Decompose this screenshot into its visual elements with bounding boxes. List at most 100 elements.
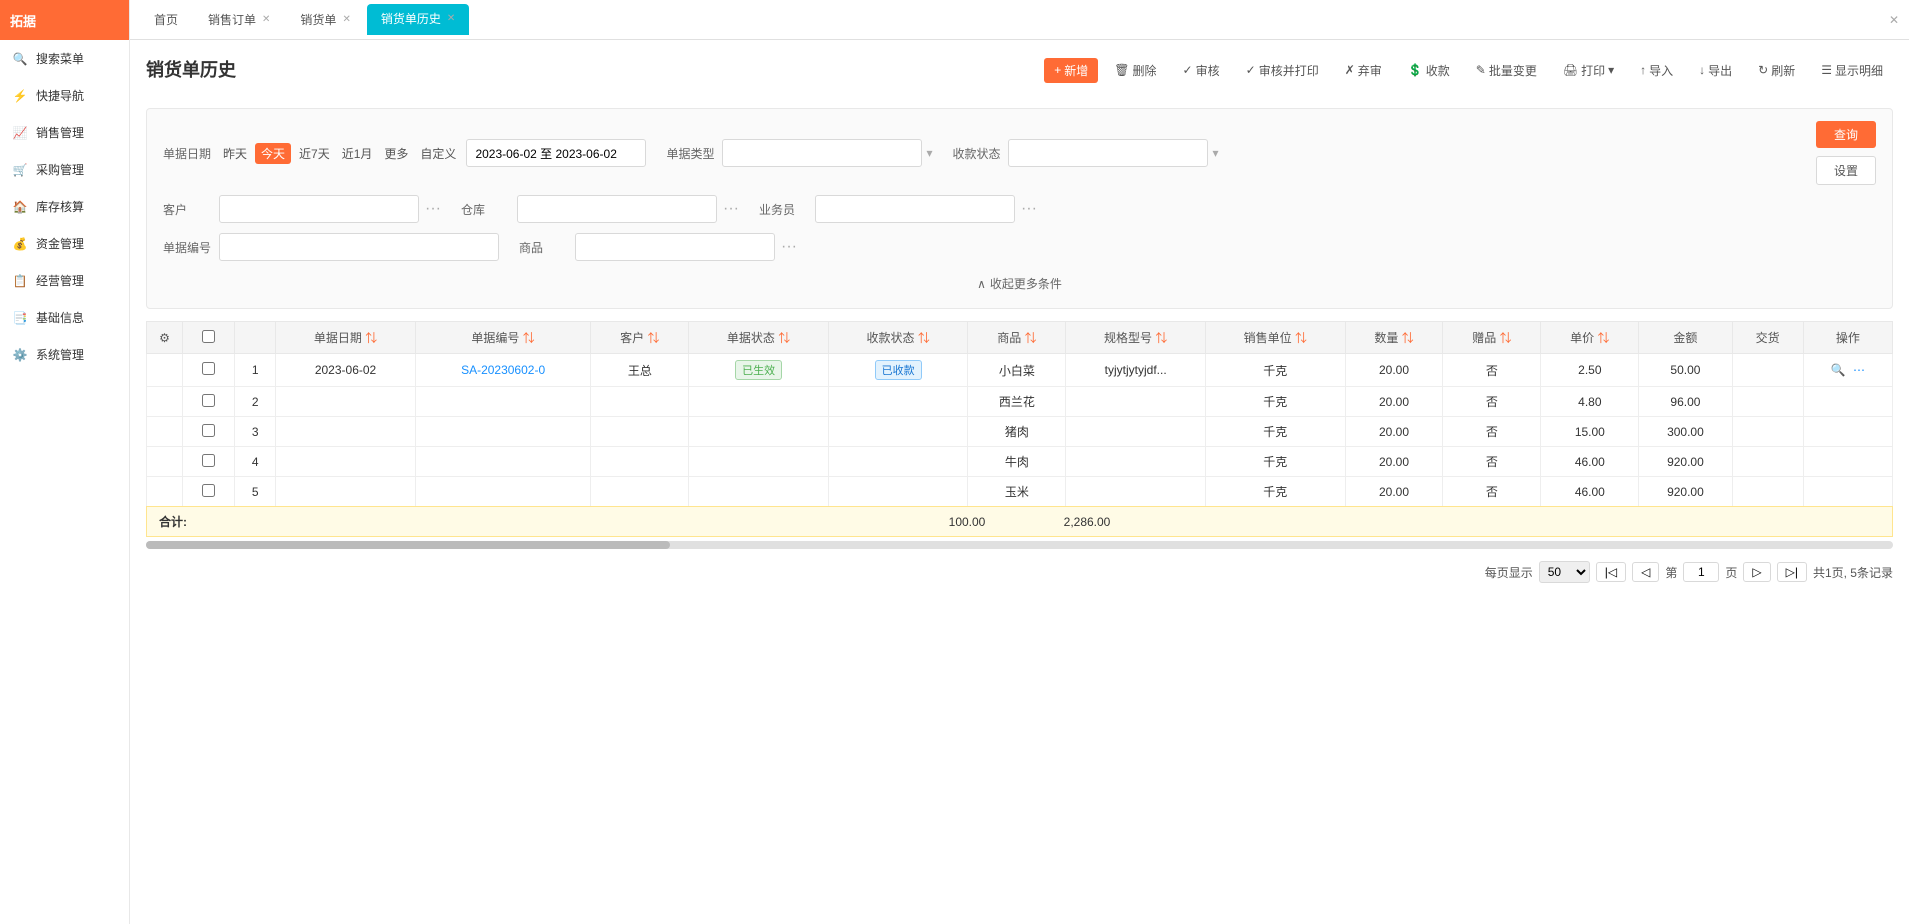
tab-sales-order[interactable]: 销售订单 ✕ xyxy=(194,5,284,34)
current-page-input[interactable] xyxy=(1683,562,1719,582)
money-icon: 💰 xyxy=(12,236,28,252)
import-icon: ↑ xyxy=(1640,63,1646,77)
date-option-more[interactable]: 更多 xyxy=(380,143,412,164)
delete-button[interactable]: 🗑 删除 xyxy=(1104,58,1166,83)
goods-input[interactable] xyxy=(575,233,775,261)
col-spec[interactable]: 规格型号 ⇅ xyxy=(1066,322,1206,354)
col-customer[interactable]: 客户 ⇅ xyxy=(591,322,689,354)
sort-icon-payment-status: ⇅ xyxy=(918,331,930,345)
doc-no-input[interactable] xyxy=(219,233,499,261)
date-option-yesterday[interactable]: 昨天 xyxy=(219,143,251,164)
row-select-checkbox[interactable] xyxy=(202,454,215,467)
sidebar-item-search-menu[interactable]: 🔍 搜索菜单 xyxy=(0,40,129,77)
action-view-btn[interactable]: 🔍 xyxy=(1831,363,1846,377)
close-tab-sales-shipment[interactable]: ✕ xyxy=(342,14,350,25)
per-page-select[interactable]: 20 50 100 200 xyxy=(1539,561,1590,583)
sidebar-item-operations-mgmt[interactable]: 📋 经营管理 xyxy=(0,262,129,299)
filter-doc-type: 单据类型 ▾ xyxy=(666,139,932,167)
sort-icon-doc-status: ⇅ xyxy=(778,331,790,345)
row-gift: 否 xyxy=(1443,447,1541,477)
close-tab-sales-order[interactable]: ✕ xyxy=(262,14,270,25)
date-option-7days[interactable]: 近7天 xyxy=(295,143,334,164)
show-detail-button[interactable]: ☰ 显示明细 xyxy=(1811,58,1893,83)
query-button[interactable]: 查询 xyxy=(1816,121,1876,148)
abandon-button[interactable]: ✗ 弃审 xyxy=(1335,58,1392,83)
select-all-checkbox[interactable] xyxy=(202,330,215,343)
col-unit[interactable]: 销售单位 ⇅ xyxy=(1205,322,1345,354)
staff-ellipsis-btn[interactable]: ··· xyxy=(1021,201,1037,217)
row-doc-no xyxy=(415,447,591,477)
audit-button[interactable]: ✓ 审核 xyxy=(1173,58,1230,83)
date-option-today[interactable]: 今天 xyxy=(255,143,291,164)
sort-icon-unit: ⇅ xyxy=(1295,331,1307,345)
row-action xyxy=(1803,477,1892,507)
staff-input[interactable] xyxy=(815,195,1015,223)
col-goods[interactable]: 商品 ⇅ xyxy=(968,322,1066,354)
last-page-btn[interactable]: ▷| xyxy=(1777,562,1807,582)
settings-button[interactable]: 设置 xyxy=(1816,156,1876,185)
export-button[interactable]: ↓ 导出 xyxy=(1689,58,1742,83)
date-range-input[interactable] xyxy=(466,139,646,167)
doc-type-dropdown-icon[interactable]: ▾ xyxy=(926,146,932,160)
col-doc-status[interactable]: 单据状态 ⇅ xyxy=(689,322,829,354)
lightning-icon: ⚡ xyxy=(12,88,28,104)
col-doc-no[interactable]: 单据编号 ⇅ xyxy=(415,322,591,354)
goods-ellipsis-btn[interactable]: ··· xyxy=(781,239,797,255)
row-customer xyxy=(591,477,689,507)
first-page-btn[interactable]: |◁ xyxy=(1596,562,1626,582)
warehouse-ellipsis-btn[interactable]: ··· xyxy=(723,201,739,217)
close-all-tabs[interactable]: ✕ xyxy=(1889,13,1899,27)
doc-type-input[interactable] xyxy=(722,139,922,167)
sidebar-item-inventory[interactable]: 🏠 库存核算 xyxy=(0,188,129,225)
sidebar-item-finance-mgmt[interactable]: 💰 资金管理 xyxy=(0,225,129,262)
print-button[interactable]: 🖨 打印 ▾ xyxy=(1553,58,1624,83)
sidebar-item-sales-mgmt[interactable]: 📈 销售管理 xyxy=(0,114,129,151)
col-gift[interactable]: 赠品 ⇅ xyxy=(1443,322,1541,354)
customer-input[interactable] xyxy=(219,195,419,223)
doc-type-label: 单据类型 xyxy=(666,145,716,162)
action-more-btn[interactable]: ⋯ xyxy=(1853,363,1865,377)
sidebar-item-basic-info[interactable]: 📑 基础信息 xyxy=(0,299,129,336)
date-option-custom[interactable]: 自定义 xyxy=(416,143,460,164)
col-unit-price[interactable]: 单价 ⇅ xyxy=(1541,322,1639,354)
col-doc-date[interactable]: 单据日期 ⇅ xyxy=(276,322,416,354)
col-payment-status[interactable]: 收款状态 ⇅ xyxy=(828,322,968,354)
date-option-1month[interactable]: 近1月 xyxy=(338,143,377,164)
audit-print-button[interactable]: ✓ 审核并打印 xyxy=(1236,58,1329,83)
payment-status-dropdown-icon[interactable]: ▾ xyxy=(1212,146,1218,160)
import-button[interactable]: ↑ 导入 xyxy=(1630,58,1683,83)
row-settings xyxy=(147,477,183,507)
sidebar-item-purchase-mgmt[interactable]: 🛒 采购管理 xyxy=(0,151,129,188)
batch-change-button[interactable]: ✎ 批量变更 xyxy=(1466,58,1547,83)
row-gift: 否 xyxy=(1443,477,1541,507)
payment-status-input[interactable] xyxy=(1008,139,1208,167)
tab-sales-history[interactable]: 销货单历史 ✕ xyxy=(367,4,469,35)
collapse-filter-btn[interactable]: ∧ 收起更多条件 xyxy=(163,271,1876,296)
sort-icon-doc-date: ⇅ xyxy=(365,331,377,345)
payment-status-label: 收款状态 xyxy=(952,145,1002,162)
sidebar-item-quick-nav[interactable]: ⚡ 快捷导航 xyxy=(0,77,129,114)
row-select-checkbox[interactable] xyxy=(202,484,215,497)
tab-sales-shipment[interactable]: 销货单 ✕ xyxy=(286,5,364,34)
customer-ellipsis-btn[interactable]: ··· xyxy=(425,201,441,217)
row-select-checkbox[interactable] xyxy=(202,424,215,437)
row-doc-no[interactable]: SA-20230602-0 xyxy=(415,354,591,387)
next-page-btn[interactable]: ▷ xyxy=(1743,562,1770,582)
tab-home[interactable]: 首页 xyxy=(140,5,192,34)
clipboard-icon: 📋 xyxy=(12,273,28,289)
col-settings[interactable]: ⚙ xyxy=(147,322,183,354)
close-tab-sales-history[interactable]: ✕ xyxy=(447,13,455,24)
collect-button[interactable]: 💲 收款 xyxy=(1398,58,1460,83)
warehouse-input[interactable] xyxy=(517,195,717,223)
table-row: 3 猪肉 千克 20.00 否 15.00 300.00 xyxy=(147,417,1893,447)
sidebar-item-system-mgmt[interactable]: ⚙️ 系统管理 xyxy=(0,336,129,373)
row-checkbox xyxy=(183,477,235,507)
col-qty[interactable]: 数量 ⇅ xyxy=(1345,322,1443,354)
prev-page-btn[interactable]: ◁ xyxy=(1632,562,1659,582)
row-doc-date xyxy=(276,447,416,477)
refresh-button[interactable]: ↻ 刷新 xyxy=(1748,58,1805,83)
row-select-checkbox[interactable] xyxy=(202,362,215,375)
row-select-checkbox[interactable] xyxy=(202,394,215,407)
new-button[interactable]: + 新增 xyxy=(1044,58,1098,83)
sort-icon-customer: ⇅ xyxy=(648,331,660,345)
